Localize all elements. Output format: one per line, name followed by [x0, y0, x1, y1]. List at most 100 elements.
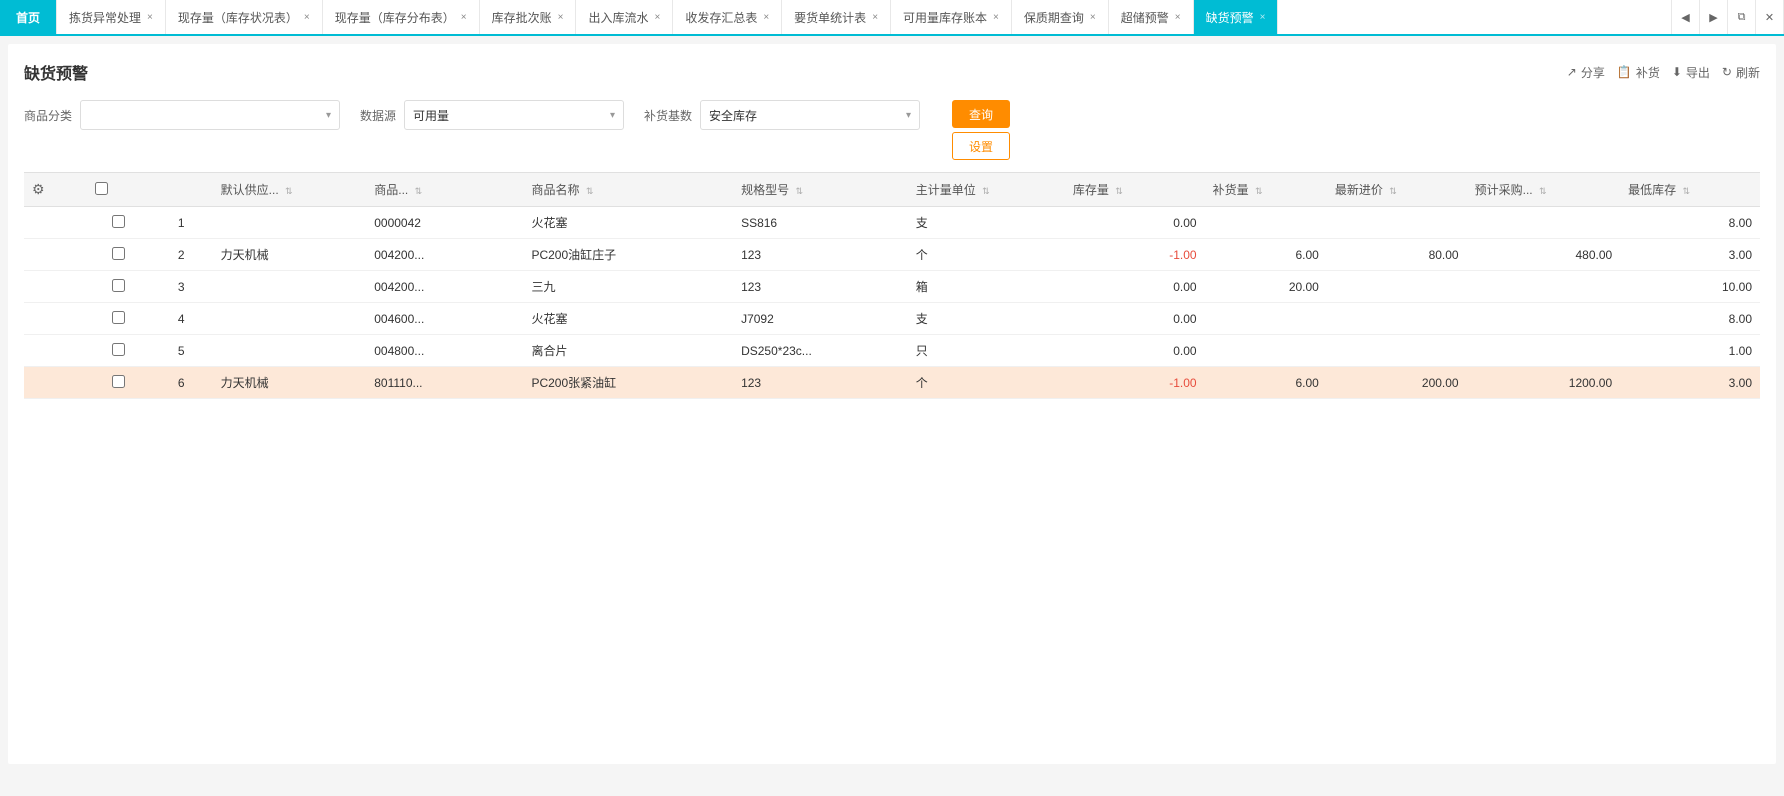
col-header-latest-price[interactable]: 最新进价 ⇅: [1327, 173, 1467, 207]
row-spec: 123: [733, 239, 908, 271]
replenish-icon: 📋: [1617, 65, 1632, 79]
col-header-checkbox[interactable]: [87, 173, 150, 207]
tab-batch-account[interactable]: 库存批次账 ×: [480, 0, 577, 34]
col-header-stock[interactable]: 库存量 ⇅: [1065, 173, 1205, 207]
close-icon[interactable]: ×: [654, 12, 660, 23]
tab-bar: 首页 拣货异常处理 × 现存量（库存状况表） × 现存量（库存分布表） × 库存…: [0, 0, 1784, 36]
row-unit: 只: [908, 335, 1065, 367]
row-checkbox-cell[interactable]: [87, 271, 150, 303]
sort-icon: ⇅: [1539, 186, 1547, 196]
share-button[interactable]: ↗ 分享: [1567, 64, 1605, 81]
close-icon[interactable]: ×: [993, 12, 999, 23]
close-icon[interactable]: ×: [304, 12, 310, 23]
row-spec: DS250*23c...: [733, 335, 908, 367]
tab-recv-summary[interactable]: 收发存汇总表 ×: [673, 0, 782, 34]
tab-overstock-warning[interactable]: 超储预警 ×: [1109, 0, 1194, 34]
row-goods-code: 004800...: [366, 335, 523, 367]
close-icon[interactable]: ×: [147, 12, 153, 23]
row-checkbox[interactable]: [112, 279, 125, 292]
row-replenish-qty: 6.00: [1205, 239, 1327, 271]
close-icon[interactable]: ×: [558, 12, 564, 23]
window-restore-button[interactable]: ⧉: [1728, 0, 1756, 35]
row-est-purchase: 1200.00: [1467, 367, 1621, 399]
col-header-min-stock[interactable]: 最低库存 ⇅: [1620, 173, 1760, 207]
close-icon[interactable]: ×: [763, 12, 769, 23]
dropdown-arrow-icon: ▾: [610, 110, 615, 121]
row-checkbox-cell[interactable]: [87, 239, 150, 271]
table-row: 5 004800... 离合片 DS250*23c... 只 0.00 1.00: [24, 335, 1760, 367]
settings-button[interactable]: 设置: [952, 132, 1010, 160]
replenish-base-filter: 补货基数 安全库存 ▾: [644, 100, 920, 130]
row-unit: 箱: [908, 271, 1065, 303]
row-index: 4: [150, 303, 213, 335]
col-header-supplier[interactable]: 默认供应... ⇅: [213, 173, 367, 207]
col-header-spec[interactable]: 规格型号 ⇅: [733, 173, 908, 207]
row-stock: 0.00: [1065, 207, 1205, 239]
close-icon[interactable]: ×: [461, 12, 467, 23]
close-icon[interactable]: ×: [1260, 12, 1266, 23]
data-table: ⚙ 默认供应... ⇅ 商品... ⇅ 商品名称 ⇅: [24, 172, 1760, 399]
replenish-base-select[interactable]: 安全库存 ▾: [700, 100, 920, 130]
col-header-index: [150, 173, 213, 207]
col-header-unit[interactable]: 主计量单位 ⇅: [908, 173, 1065, 207]
tab-available-ledger[interactable]: 可用量库存账本 ×: [891, 0, 1012, 34]
row-stock: -1.00: [1065, 239, 1205, 271]
tab-scroll-left-button[interactable]: ◀: [1672, 0, 1700, 35]
gear-icon[interactable]: ⚙: [32, 181, 45, 197]
row-stock: -1.00: [1065, 367, 1205, 399]
col-header-est-purchase[interactable]: 预计采购... ⇅: [1467, 173, 1621, 207]
row-stock: 0.00: [1065, 303, 1205, 335]
data-source-select[interactable]: 可用量 ▾: [404, 100, 624, 130]
row-latest-price: 200.00: [1327, 367, 1467, 399]
row-checkbox[interactable]: [112, 343, 125, 356]
tab-inout-flow[interactable]: 出入库流水 ×: [576, 0, 673, 34]
row-checkbox[interactable]: [112, 311, 125, 324]
row-checkbox[interactable]: [112, 247, 125, 260]
row-spec: 123: [733, 367, 908, 399]
select-all-checkbox[interactable]: [95, 182, 108, 195]
window-close-button[interactable]: ✕: [1756, 0, 1784, 35]
row-index: 3: [150, 271, 213, 303]
export-button[interactable]: ⬇ 导出: [1672, 64, 1710, 81]
row-latest-price: 80.00: [1327, 239, 1467, 271]
row-goods-code: 801110...: [366, 367, 523, 399]
row-min-stock: 10.00: [1620, 271, 1760, 303]
row-unit: 个: [908, 239, 1065, 271]
share-icon: ↗: [1567, 65, 1577, 79]
replenish-button[interactable]: 📋 补货: [1617, 64, 1660, 81]
row-replenish-qty: [1205, 335, 1327, 367]
close-icon[interactable]: ×: [872, 12, 878, 23]
tab-expiry-query[interactable]: 保质期查询 ×: [1012, 0, 1109, 34]
sort-icon: ⇅: [982, 186, 990, 196]
row-checkbox-cell[interactable]: [87, 207, 150, 239]
row-goods-code: 004200...: [366, 271, 523, 303]
tab-inventory-dist[interactable]: 现存量（库存分布表） ×: [323, 0, 480, 34]
query-button[interactable]: 查询: [952, 100, 1010, 128]
tab-scroll-right-button[interactable]: ▶: [1700, 0, 1728, 35]
tab-requisition-stat[interactable]: 要货单统计表 ×: [782, 0, 891, 34]
dropdown-arrow-icon: ▾: [906, 110, 911, 121]
col-header-goods-name[interactable]: 商品名称 ⇅: [523, 173, 733, 207]
col-header-replenish[interactable]: 补货量 ⇅: [1205, 173, 1327, 207]
close-icon[interactable]: ×: [1090, 12, 1096, 23]
row-est-purchase: 480.00: [1467, 239, 1621, 271]
tab-shortage-warning[interactable]: 缺货预警 ×: [1194, 0, 1279, 34]
col-header-setting[interactable]: ⚙: [24, 173, 87, 207]
tab-inventory-status[interactable]: 现存量（库存状况表） ×: [166, 0, 323, 34]
row-replenish-qty: [1205, 207, 1327, 239]
row-goods-name: PC200油缸庄子: [523, 239, 733, 271]
row-checkbox-cell[interactable]: [87, 303, 150, 335]
tab-home[interactable]: 首页: [0, 0, 57, 34]
goods-category-select[interactable]: ▾: [80, 100, 340, 130]
row-checkbox-cell[interactable]: [87, 367, 150, 399]
row-checkbox[interactable]: [112, 215, 125, 228]
refresh-button[interactable]: ↻ 刷新: [1722, 64, 1760, 81]
row-checkbox[interactable]: [112, 375, 125, 388]
tab-abnormal[interactable]: 拣货异常处理 ×: [57, 0, 166, 34]
sort-icon: ⇅: [1115, 186, 1123, 196]
close-icon[interactable]: ×: [1175, 12, 1181, 23]
share-label: 分享: [1581, 64, 1605, 81]
export-icon: ⬇: [1672, 65, 1682, 79]
row-checkbox-cell[interactable]: [87, 335, 150, 367]
col-header-goods-code[interactable]: 商品... ⇅: [366, 173, 523, 207]
